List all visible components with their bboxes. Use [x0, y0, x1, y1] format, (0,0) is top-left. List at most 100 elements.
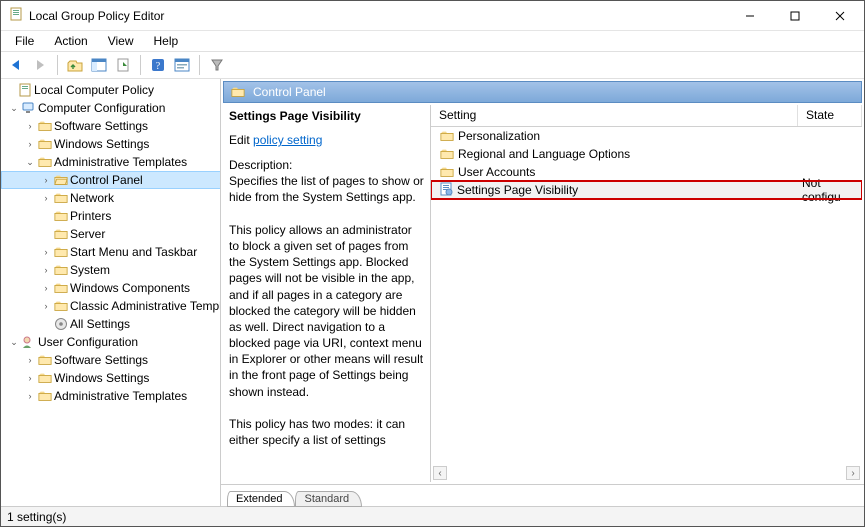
- tree-item-server[interactable]: Server: [1, 225, 221, 243]
- list-header: Setting State: [431, 105, 862, 127]
- tree-item-classic-admin[interactable]: › Classic Administrative Templates: [1, 297, 221, 315]
- scroll-left-icon[interactable]: ‹: [433, 466, 447, 480]
- expand-icon[interactable]: ›: [23, 373, 37, 383]
- tab-extended[interactable]: Extended: [227, 491, 295, 507]
- main-split: Local Computer Policy ⌄ Computer Configu…: [1, 79, 864, 506]
- list-body[interactable]: Personalization Regional and Language Op…: [431, 127, 862, 482]
- expand-icon[interactable]: ›: [23, 139, 37, 149]
- tree-item-control-panel[interactable]: › Control Panel: [1, 171, 221, 189]
- list-item-settings-page-visibility[interactable]: Settings Page Visibility Not configu: [431, 181, 862, 199]
- toolbar-separator: [140, 55, 141, 75]
- folder-icon: [37, 372, 52, 384]
- toolbar-up-button[interactable]: [64, 54, 86, 76]
- tree-label: Administrative Templates: [52, 155, 187, 169]
- list-item-personalization[interactable]: Personalization: [431, 127, 862, 145]
- tree-computer-config[interactable]: ⌄ Computer Configuration: [1, 99, 221, 117]
- user-icon: [21, 336, 36, 348]
- description-pane: Settings Page Visibility Edit policy set…: [223, 105, 431, 482]
- tree-item-start-menu[interactable]: › Start Menu and Taskbar: [1, 243, 221, 261]
- tree-label: Windows Components: [68, 281, 190, 295]
- tree-user-config[interactable]: ⌄ User Configuration: [1, 333, 221, 351]
- tree-item-printers[interactable]: Printers: [1, 207, 221, 225]
- maximize-button[interactable]: [772, 2, 817, 30]
- toolbar-back-button[interactable]: [5, 54, 27, 76]
- policy-icon: [17, 83, 32, 97]
- expand-icon[interactable]: ›: [39, 301, 53, 311]
- edit-line: Edit policy setting: [229, 133, 424, 147]
- status-text: 1 setting(s): [7, 510, 66, 524]
- expand-icon[interactable]: ›: [39, 283, 53, 293]
- toolbar-forward-button[interactable]: [29, 54, 51, 76]
- tree-item-windows-components[interactable]: › Windows Components: [1, 279, 221, 297]
- toolbar-separator: [57, 55, 58, 75]
- toolbar: ?: [1, 51, 864, 79]
- tree-label: System: [68, 263, 110, 277]
- tree-item-uc-software[interactable]: › Software Settings: [1, 351, 221, 369]
- expand-icon[interactable]: ›: [39, 193, 53, 203]
- scroll-right-icon[interactable]: ›: [846, 466, 860, 480]
- toolbar-properties-button[interactable]: [171, 54, 193, 76]
- list-item-label: Personalization: [458, 129, 540, 143]
- column-setting[interactable]: Setting: [431, 105, 798, 126]
- horizontal-scrollbar[interactable]: ‹ ›: [433, 466, 860, 480]
- svg-text:?: ?: [156, 61, 161, 72]
- toolbar-filter-button[interactable]: [206, 54, 228, 76]
- computer-icon: [21, 102, 36, 114]
- statusbar: 1 setting(s): [1, 506, 864, 526]
- toolbar-help-button[interactable]: ?: [147, 54, 169, 76]
- tree-label: Computer Configuration: [36, 101, 165, 115]
- tree-item-network[interactable]: › Network: [1, 189, 221, 207]
- expand-icon[interactable]: ›: [39, 175, 53, 185]
- close-button[interactable]: [817, 2, 862, 30]
- content-heading: Control Panel: [253, 85, 326, 99]
- folder-icon: [53, 192, 68, 204]
- list-item-regional[interactable]: Regional and Language Options: [431, 145, 862, 163]
- collapse-icon[interactable]: ⌄: [7, 103, 21, 114]
- toolbar-export-button[interactable]: [112, 54, 134, 76]
- edit-policy-link[interactable]: policy setting: [253, 133, 322, 147]
- tree-item-software-settings[interactable]: › Software Settings: [1, 117, 221, 135]
- tree-item-all-settings[interactable]: All Settings: [1, 315, 221, 333]
- tree-item-admin-templates[interactable]: ⌄ Administrative Templates: [1, 153, 221, 171]
- tree-root[interactable]: Local Computer Policy: [1, 81, 221, 99]
- tree-label: Network: [68, 191, 114, 205]
- tree-item-uc-admin[interactable]: › Administrative Templates: [1, 387, 221, 405]
- menu-help[interactable]: Help: [144, 32, 189, 50]
- expand-icon[interactable]: ›: [23, 121, 37, 131]
- expand-icon[interactable]: ›: [39, 265, 53, 275]
- toolbar-show-hide-tree-button[interactable]: [88, 54, 110, 76]
- view-tabs: Extended Standard: [221, 484, 864, 506]
- folder-icon: [439, 166, 454, 178]
- expand-icon[interactable]: ›: [39, 247, 53, 257]
- minimize-button[interactable]: [727, 2, 772, 30]
- toolbar-separator: [199, 55, 200, 75]
- collapse-icon[interactable]: ⌄: [23, 157, 37, 168]
- tree-item-windows-settings[interactable]: › Windows Settings: [1, 135, 221, 153]
- folder-icon: [230, 86, 245, 98]
- expand-icon[interactable]: ›: [23, 355, 37, 365]
- tree-label: Administrative Templates: [52, 389, 187, 403]
- folder-icon: [53, 210, 68, 222]
- tree-label: Classic Administrative Templates: [68, 299, 221, 313]
- setting-title: Settings Page Visibility: [229, 109, 424, 123]
- tree-label: All Settings: [68, 317, 130, 331]
- tree-label: Windows Settings: [52, 137, 149, 151]
- folder-icon: [37, 354, 52, 366]
- column-state[interactable]: State: [798, 105, 862, 126]
- settings-list: Setting State Personalization: [431, 105, 862, 482]
- tree-item-system[interactable]: › System: [1, 261, 221, 279]
- folder-icon: [37, 390, 52, 402]
- folder-icon: [37, 156, 52, 168]
- tab-standard[interactable]: Standard: [295, 491, 362, 507]
- window-title: Local Group Policy Editor: [29, 9, 727, 23]
- tree-label: Control Panel: [68, 173, 143, 187]
- expand-icon[interactable]: ›: [23, 391, 37, 401]
- menu-view[interactable]: View: [98, 32, 144, 50]
- tree-pane[interactable]: Local Computer Policy ⌄ Computer Configu…: [1, 79, 221, 506]
- menu-action[interactable]: Action: [44, 32, 97, 50]
- tree-item-uc-windows[interactable]: › Windows Settings: [1, 369, 221, 387]
- tree-label: Server: [68, 227, 105, 241]
- menu-file[interactable]: File: [5, 32, 44, 50]
- collapse-icon[interactable]: ⌄: [7, 337, 21, 348]
- tree-label: User Configuration: [36, 335, 138, 349]
